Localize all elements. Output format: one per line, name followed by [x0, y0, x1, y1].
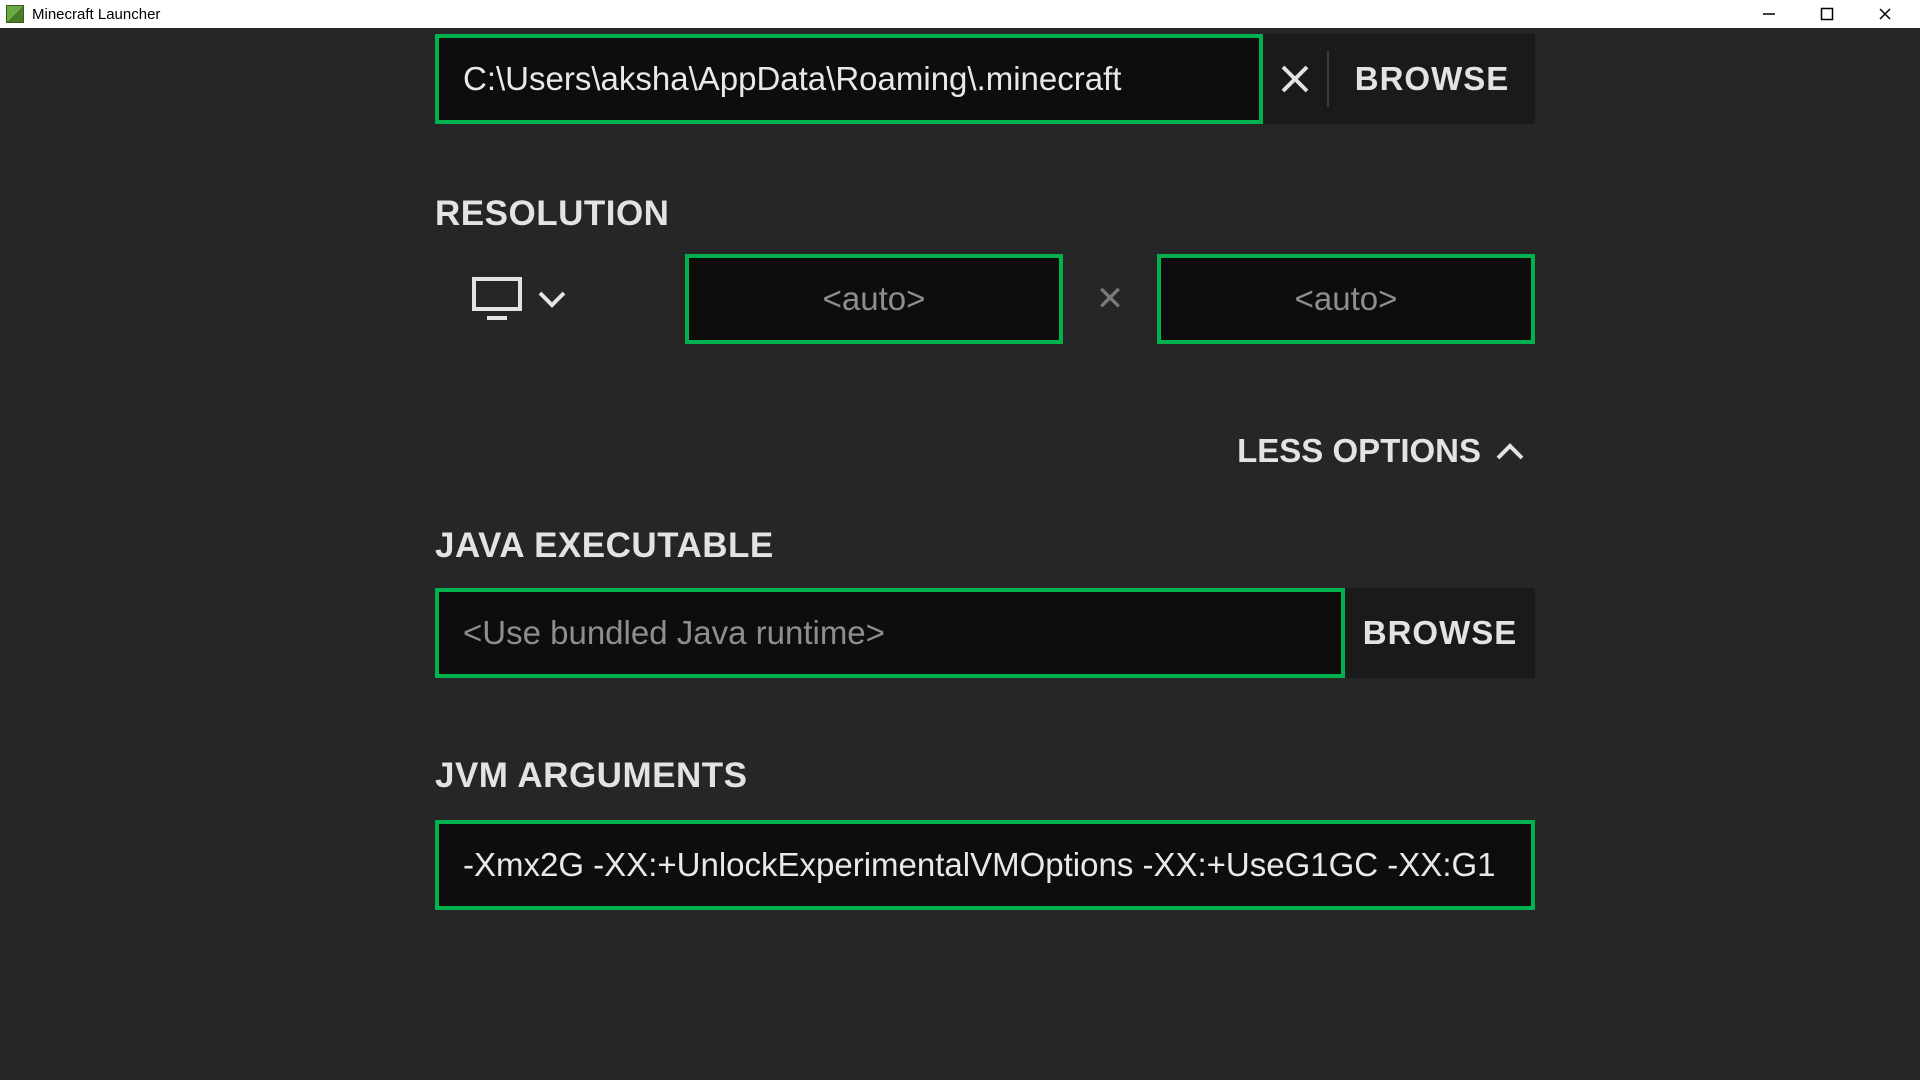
jvm-arguments-heading: JVM ARGUMENTS	[435, 756, 1535, 796]
jvm-arguments-input[interactable]	[435, 820, 1535, 910]
resolution-separator: ✕	[1063, 279, 1157, 319]
maximize-button[interactable]	[1798, 0, 1856, 28]
titlebar: Minecraft Launcher	[0, 0, 1920, 28]
resolution-heading: RESOLUTION	[435, 194, 1535, 234]
less-options-toggle[interactable]: LESS OPTIONS	[1237, 432, 1525, 470]
java-executable-row: BROWSE	[435, 588, 1535, 678]
minimize-button[interactable]	[1740, 0, 1798, 28]
game-directory-input[interactable]	[435, 34, 1263, 124]
resolution-width-input[interactable]	[685, 254, 1063, 344]
window-title: Minecraft Launcher	[32, 6, 160, 23]
resolution-row: ✕	[435, 254, 1535, 344]
chevron-up-icon	[1495, 432, 1525, 470]
app-icon	[6, 5, 24, 23]
less-options-label: LESS OPTIONS	[1237, 432, 1481, 470]
resolution-height-input[interactable]	[1157, 254, 1535, 344]
monitor-icon	[471, 276, 523, 322]
resolution-preset-dropdown[interactable]	[471, 276, 567, 322]
java-executable-heading: JAVA EXECUTABLE	[435, 526, 1535, 566]
browse-java-button[interactable]: BROWSE	[1345, 588, 1535, 678]
game-directory-row: BROWSE	[435, 34, 1535, 124]
java-executable-input[interactable]	[435, 588, 1345, 678]
chevron-down-icon	[537, 289, 567, 309]
browse-directory-button[interactable]: BROWSE	[1329, 60, 1535, 98]
clear-game-directory-button[interactable]	[1263, 34, 1327, 124]
close-window-button[interactable]	[1856, 0, 1914, 28]
